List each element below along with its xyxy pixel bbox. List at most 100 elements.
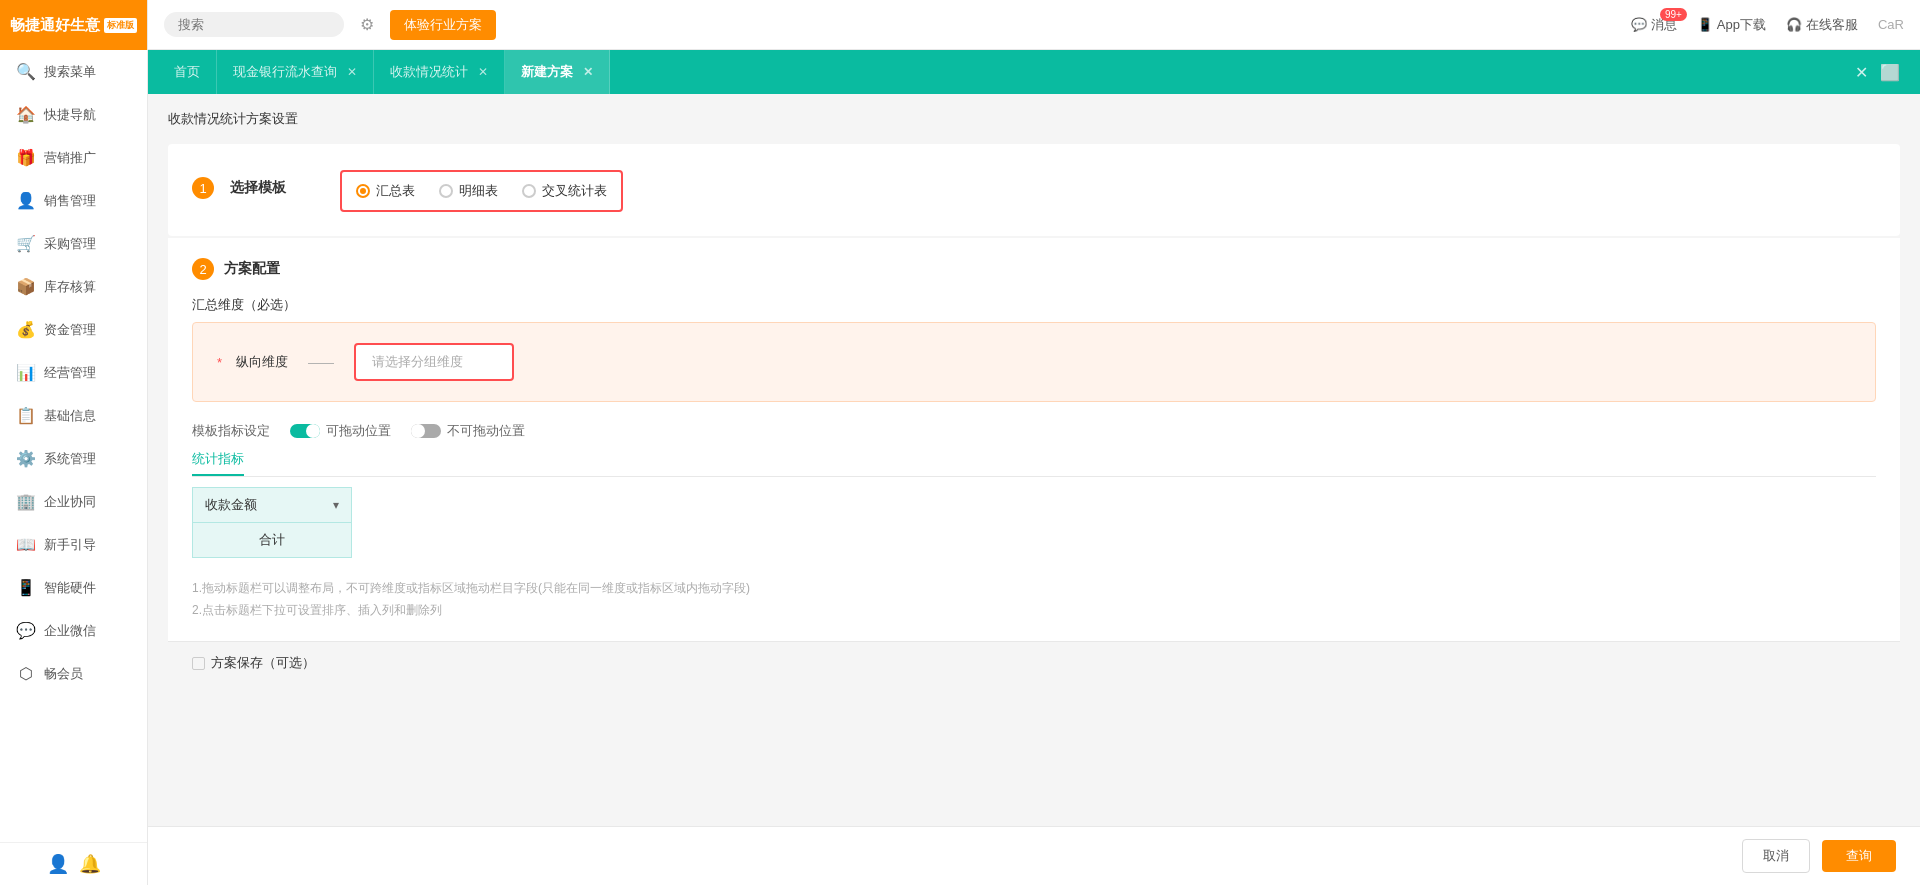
step2-title-row: 2 方案配置 [192, 258, 1876, 280]
tab-receipt-stat[interactable]: 收款情况统计 ✕ [374, 50, 505, 94]
sidebar-item-inventory[interactable]: 📦 库存核算 [0, 265, 147, 308]
username-display: CaR [1878, 17, 1904, 32]
toggle-draggable-label: 可拖动位置 [326, 422, 391, 440]
toggle-draggable-thumb [306, 424, 320, 438]
radio-summary-circle [356, 184, 370, 198]
sidebar-bottom: 👤 🔔 [0, 842, 147, 885]
logo-text: 畅捷通好生意 [10, 16, 100, 35]
toggle-fixed-thumb [411, 424, 425, 438]
search-input[interactable] [164, 12, 344, 37]
radio-detail-label: 明细表 [459, 182, 498, 200]
tab-home-label: 首页 [174, 63, 200, 81]
action-bar: 取消 查询 [148, 826, 1920, 885]
industry-plan-button[interactable]: 体验行业方案 [390, 10, 496, 40]
sidebar-item-label: 采购管理 [44, 235, 96, 253]
sidebar-item-search-menu[interactable]: 🔍 搜索菜单 [0, 50, 147, 93]
message-icon: 💬 [1631, 17, 1647, 32]
app-download-item[interactable]: 📱 App下载 [1697, 16, 1766, 34]
tab-home[interactable]: 首页 [158, 50, 217, 94]
sidebar-item-purchase[interactable]: 🛒 采购管理 [0, 222, 147, 265]
dimension-area: * 纵向维度 —— 请选择分组维度 [192, 322, 1876, 402]
tab-receipt-stat-close[interactable]: ✕ [478, 65, 488, 79]
save-checkbox[interactable] [192, 657, 205, 670]
sidebar-item-enterprise-wx[interactable]: 💬 企业微信 [0, 609, 147, 652]
sidebar-item-member[interactable]: ⬡ 畅会员 [0, 652, 147, 695]
radio-summary-label: 汇总表 [376, 182, 415, 200]
sidebar-item-label: 企业协同 [44, 493, 96, 511]
sidebar-item-operations[interactable]: 📊 经营管理 [0, 351, 147, 394]
toggle-draggable-box[interactable] [290, 424, 320, 438]
close-window-icon[interactable]: ✕ [1855, 63, 1868, 82]
topbar: ⚙ 体验行业方案 💬 消息 99+ 📱 App下载 🎧 在线客服 CaR [148, 0, 1920, 50]
tabs-actions: ✕ ⬜ [1855, 50, 1910, 94]
cancel-button[interactable]: 取消 [1742, 839, 1810, 873]
sidebar-item-smart-hw[interactable]: 📱 智能硬件 [0, 566, 147, 609]
sidebar-item-label: 经营管理 [44, 364, 96, 382]
tab-cash-bank-close[interactable]: ✕ [347, 65, 357, 79]
dim-arrow: —— [308, 355, 334, 370]
sidebar-item-quick-nav[interactable]: 🏠 快捷导航 [0, 93, 147, 136]
dim-select-dropdown[interactable]: 请选择分组维度 [354, 343, 514, 381]
chart-icon: 📊 [16, 363, 36, 382]
sidebar-item-label: 基础信息 [44, 407, 96, 425]
step2-label: 方案配置 [224, 260, 280, 278]
content-area: 收款情况统计方案设置 1 选择模板 汇总表 明细表 交 [148, 94, 1920, 826]
toggle-fixed[interactable]: 不可拖动位置 [411, 422, 525, 440]
page-title: 收款情况统计方案设置 [168, 110, 1900, 128]
toggle-draggable[interactable]: 可拖动位置 [290, 422, 391, 440]
radio-summary[interactable]: 汇总表 [356, 182, 415, 200]
sidebar-item-system[interactable]: ⚙️ 系统管理 [0, 437, 147, 480]
save-option-label: 方案保存（可选） [211, 654, 315, 672]
template-section: 1 选择模板 汇总表 明细表 交叉统计表 [168, 144, 1900, 236]
tip-1: 1.拖动标题栏可以调整布局，不可跨维度或指标区域拖动栏目字段(只能在同一维度或指… [192, 578, 1876, 600]
step1-num: 1 [192, 177, 214, 199]
cart-icon: 🛒 [16, 234, 36, 253]
indicator-settings-label: 模板指标设定 [192, 422, 270, 440]
online-support-item[interactable]: 🎧 在线客服 [1786, 16, 1858, 34]
sidebar-item-finance[interactable]: 💰 资金管理 [0, 308, 147, 351]
sidebar-item-marketing[interactable]: 🎁 营销推广 [0, 136, 147, 179]
notification-item[interactable]: 💬 消息 99+ [1631, 16, 1677, 34]
gear-settings-icon[interactable]: ⚙ [360, 15, 374, 34]
bell-icon[interactable]: 🔔 [79, 853, 101, 875]
save-checkbox-row[interactable]: 方案保存（可选） [192, 654, 315, 672]
step1-row: 1 选择模板 汇总表 明细表 交叉统计表 [192, 164, 1876, 212]
maximize-window-icon[interactable]: ⬜ [1880, 63, 1900, 82]
sidebar-item-label: 新手引导 [44, 536, 96, 554]
radio-detail-circle [439, 184, 453, 198]
dim-select-placeholder: 请选择分组维度 [372, 354, 463, 369]
app-download-label: App下载 [1717, 16, 1766, 34]
download-icon: 📱 [1697, 17, 1713, 32]
tab-new-plan[interactable]: 新建方案 ✕ [505, 50, 610, 94]
tab-cash-bank[interactable]: 现金银行流水查询 ✕ [217, 50, 374, 94]
dim-label: 纵向维度 [236, 353, 288, 371]
gift-icon: 🎁 [16, 148, 36, 167]
tab-receipt-stat-label: 收款情况统计 [390, 63, 468, 81]
sidebar-item-beginner[interactable]: 📖 新手引导 [0, 523, 147, 566]
home-icon: 🏠 [16, 105, 36, 124]
phone-icon: 📱 [16, 578, 36, 597]
tab-new-plan-label: 新建方案 [521, 63, 573, 81]
radio-detail[interactable]: 明细表 [439, 182, 498, 200]
tab-new-plan-close[interactable]: ✕ [583, 65, 593, 79]
sidebar-item-label: 搜索菜单 [44, 63, 96, 81]
enterprise-icon: 🏢 [16, 492, 36, 511]
indicator-amount-label: 收款金额 [205, 496, 257, 514]
sidebar-item-sales[interactable]: 👤 销售管理 [0, 179, 147, 222]
sidebar-item-label: 系统管理 [44, 450, 96, 468]
money-icon: 💰 [16, 320, 36, 339]
sidebar-item-label: 智能硬件 [44, 579, 96, 597]
sidebar-item-base-info[interactable]: 📋 基础信息 [0, 394, 147, 437]
indicator-dropdown-icon[interactable]: ▾ [333, 498, 339, 512]
user-icon: 👤 [16, 191, 36, 210]
user-avatar-icon[interactable]: 👤 [47, 853, 69, 875]
indicator-cell-amount: 收款金额 ▾ [192, 487, 352, 523]
step2-num: 2 [192, 258, 214, 280]
query-button[interactable]: 查询 [1822, 840, 1896, 872]
radio-cross[interactable]: 交叉统计表 [522, 182, 607, 200]
sidebar-item-label: 销售管理 [44, 192, 96, 210]
main-container: ⚙ 体验行业方案 💬 消息 99+ 📱 App下载 🎧 在线客服 CaR 首页 [148, 0, 1920, 885]
sidebar-item-label: 企业微信 [44, 622, 96, 640]
sidebar-item-enterprise-coop[interactable]: 🏢 企业协同 [0, 480, 147, 523]
toggle-fixed-box[interactable] [411, 424, 441, 438]
